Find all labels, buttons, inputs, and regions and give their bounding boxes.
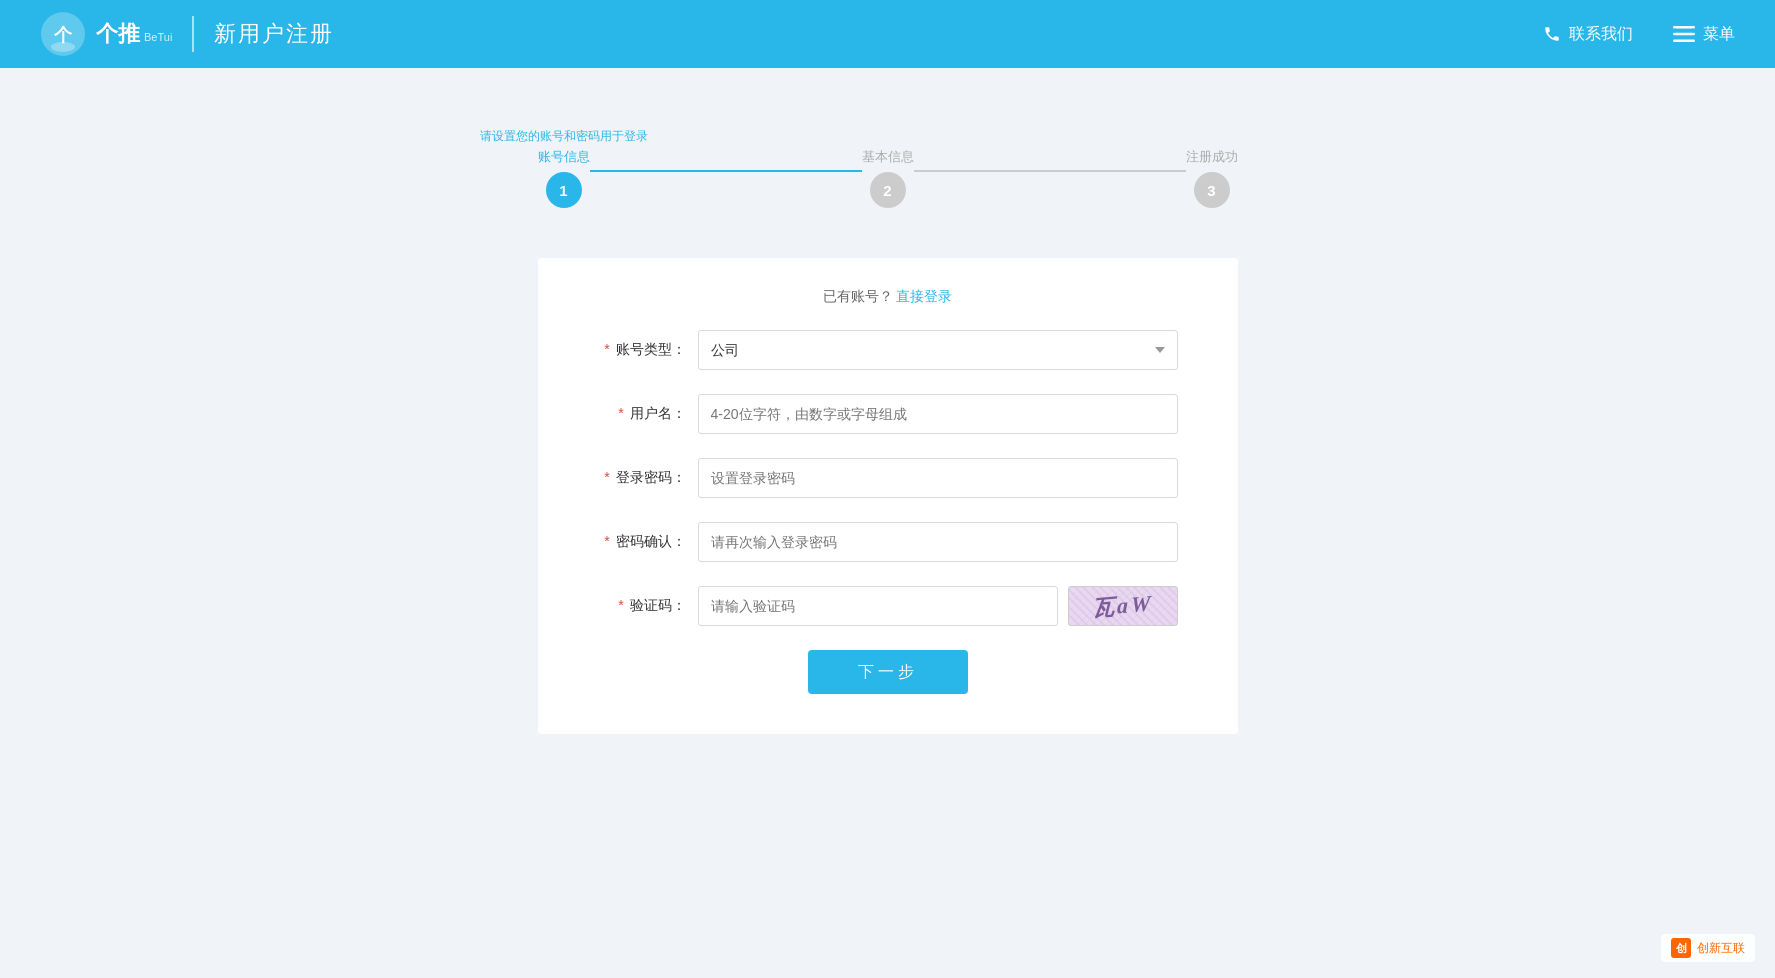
step-connector-1 — [590, 170, 862, 172]
submit-row: 下一步 — [598, 650, 1178, 694]
next-step-button[interactable]: 下一步 — [808, 650, 968, 694]
username-row: * 用户名： — [598, 394, 1178, 434]
confirm-password-label: * 密码确认： — [598, 533, 698, 551]
header: 个 个推 BeTui 新用户注册 联系我们 菜单 — [0, 0, 1775, 68]
captcha-row: * 验证码： 瓦aW — [598, 586, 1178, 626]
required-star-5: * — [618, 597, 623, 613]
bottom-brand: 创 创新互联 — [1661, 934, 1755, 962]
step-3-number: 3 — [1207, 182, 1215, 199]
form-container: 请设置您的账号和密码用于登录 账号信息 1 基本信息 2 注册成功 3 — [538, 128, 1238, 978]
step-2-number: 2 — [883, 182, 891, 199]
logo-text: 个推 — [96, 19, 140, 49]
svg-rect-3 — [1673, 26, 1695, 29]
step-2-circle: 2 — [870, 172, 906, 208]
svg-rect-4 — [1673, 33, 1695, 36]
captcha-image[interactable]: 瓦aW — [1068, 586, 1178, 626]
required-star-3: * — [604, 469, 609, 485]
header-divider — [192, 16, 194, 52]
step-2-label: 基本信息 — [862, 148, 914, 166]
required-star-1: * — [604, 341, 609, 357]
menu-button[interactable]: 菜单 — [1673, 24, 1735, 45]
step-connector-2 — [914, 170, 1186, 172]
step-2: 基本信息 2 — [862, 148, 914, 208]
captcha-label: * 验证码： — [598, 597, 698, 615]
logo-subtitle: BeTui — [144, 31, 172, 43]
step-1-number: 1 — [559, 182, 567, 199]
password-label: * 登录密码： — [598, 469, 698, 487]
captcha-input-group: 瓦aW — [698, 586, 1178, 626]
step-1-hint: 请设置您的账号和密码用于登录 — [480, 128, 648, 145]
account-type-label: * 账号类型： — [598, 341, 698, 359]
brand-label: 创新互联 — [1697, 940, 1745, 957]
step-1: 请设置您的账号和密码用于登录 账号信息 1 — [538, 148, 590, 208]
already-account-row: 已有账号？ 直接登录 — [598, 288, 1178, 306]
brand-icon: 创 — [1671, 938, 1691, 958]
menu-icon — [1673, 26, 1695, 42]
required-star-4: * — [604, 533, 609, 549]
logo: 个 个推 BeTui — [40, 11, 172, 57]
steps: 请设置您的账号和密码用于登录 账号信息 1 基本信息 2 注册成功 3 — [538, 128, 1238, 218]
step-3-label: 注册成功 — [1186, 148, 1238, 166]
step-3: 注册成功 3 — [1186, 148, 1238, 208]
header-right: 联系我们 菜单 — [1543, 24, 1735, 45]
logo-icon: 个 — [40, 11, 86, 57]
already-account-text: 已有账号？ — [823, 288, 893, 304]
contact-button[interactable]: 联系我们 — [1543, 24, 1633, 45]
username-label: * 用户名： — [598, 405, 698, 423]
step-1-circle: 1 — [546, 172, 582, 208]
account-type-row: * 账号类型： 公司 个人 — [598, 330, 1178, 370]
confirm-password-input[interactable] — [698, 522, 1178, 562]
step-1-label: 账号信息 — [538, 148, 590, 166]
svg-point-2 — [51, 42, 75, 52]
login-link[interactable]: 直接登录 — [896, 288, 952, 304]
username-input[interactable] — [698, 394, 1178, 434]
menu-label: 菜单 — [1703, 24, 1735, 45]
phone-icon — [1543, 25, 1561, 43]
captcha-input[interactable] — [698, 586, 1058, 626]
account-type-select[interactable]: 公司 个人 — [698, 330, 1178, 370]
form-card: 已有账号？ 直接登录 * 账号类型： 公司 个人 * 用户名： — [538, 258, 1238, 734]
header-title: 新用户注册 — [214, 19, 334, 49]
confirm-password-row: * 密码确认： — [598, 522, 1178, 562]
password-row: * 登录密码： — [598, 458, 1178, 498]
contact-label: 联系我们 — [1569, 24, 1633, 45]
svg-rect-5 — [1673, 40, 1695, 43]
captcha-text: 瓦aW — [1092, 588, 1153, 623]
required-star-2: * — [618, 405, 623, 421]
step-3-circle: 3 — [1194, 172, 1230, 208]
main-content: 请设置您的账号和密码用于登录 账号信息 1 基本信息 2 注册成功 3 — [0, 68, 1775, 978]
password-input[interactable] — [698, 458, 1178, 498]
